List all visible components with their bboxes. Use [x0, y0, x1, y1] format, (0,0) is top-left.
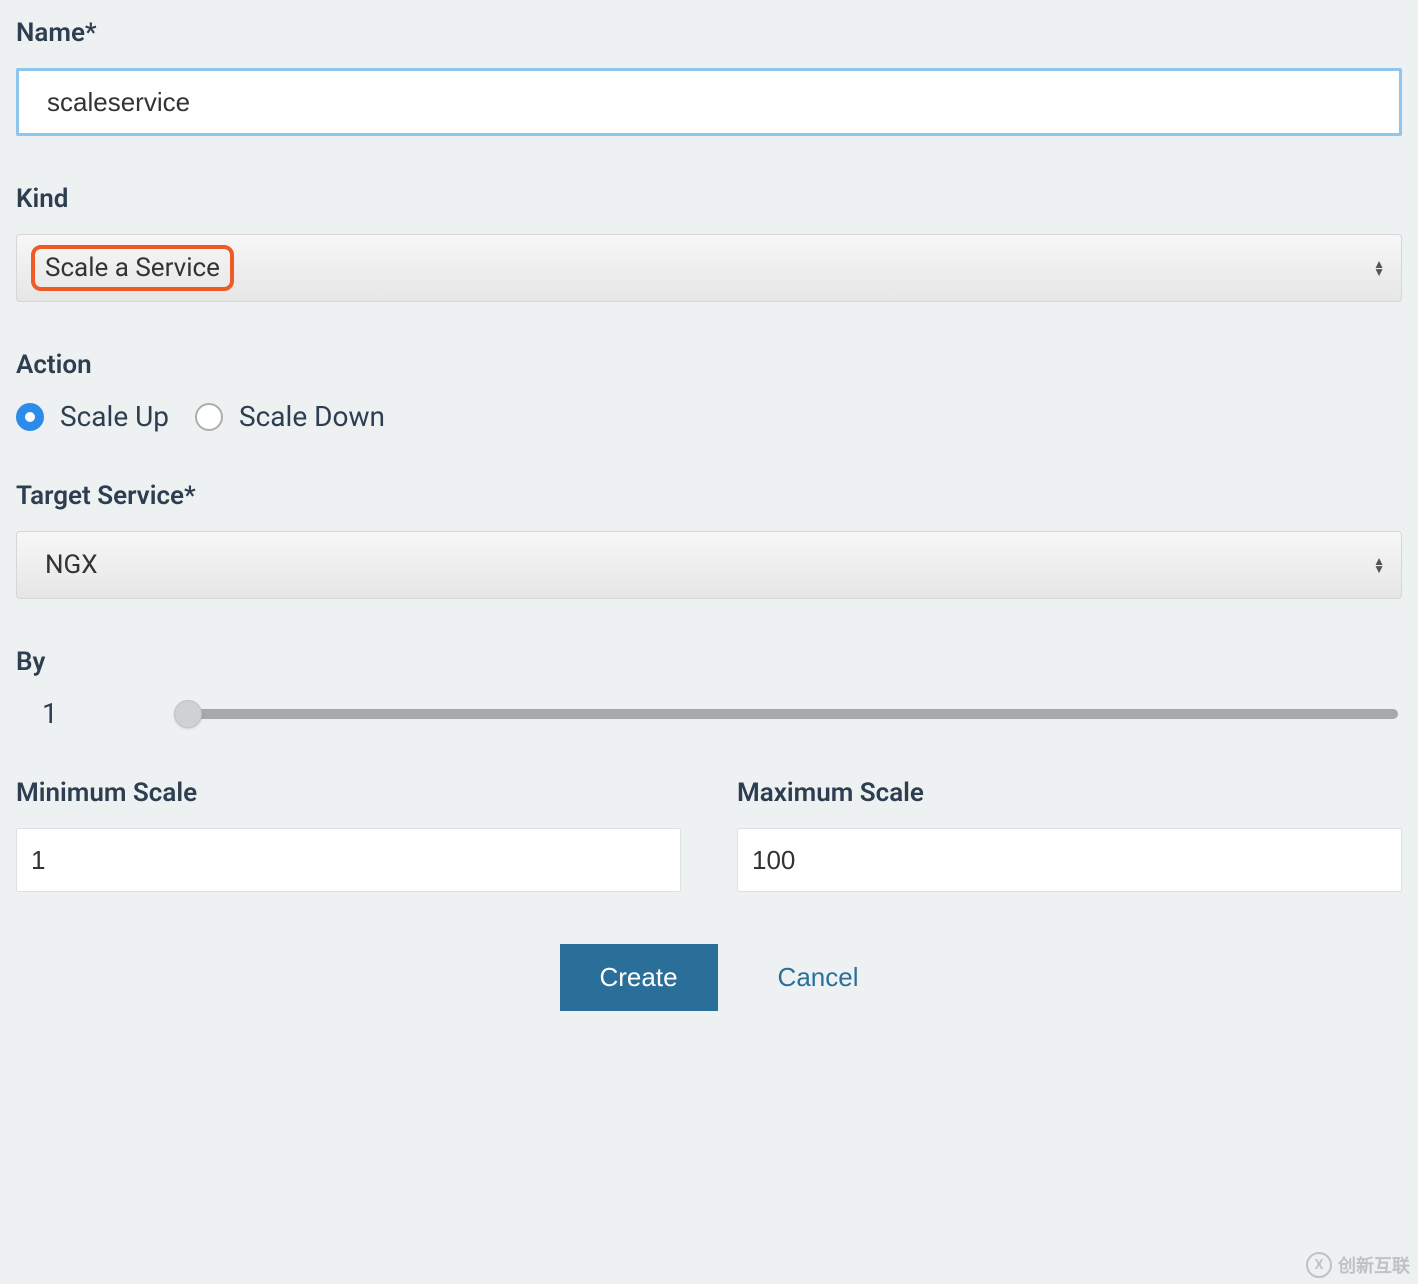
target-service-label: Target Service* [16, 481, 1402, 511]
maximum-scale-field: Maximum Scale [737, 778, 1402, 892]
select-arrows-icon: ▲▼ [1373, 260, 1385, 276]
watermark: X 创新互联 [1306, 1252, 1410, 1278]
maximum-scale-input[interactable] [737, 828, 1402, 892]
maximum-scale-label: Maximum Scale [737, 778, 1402, 808]
watermark-badge-icon: X [1306, 1252, 1332, 1278]
action-field: Action Scale Up Scale Down [16, 350, 1402, 433]
by-field: By 1 [16, 647, 1402, 730]
create-button[interactable]: Create [560, 944, 718, 1011]
form-buttons: Create Cancel [16, 944, 1402, 1011]
minimum-scale-input[interactable] [16, 828, 681, 892]
radio-icon [16, 403, 44, 431]
name-label: Name* [16, 18, 1402, 48]
radio-scale-down[interactable]: Scale Down [195, 400, 385, 433]
name-input[interactable] [16, 68, 1402, 136]
action-label: Action [16, 350, 1402, 380]
kind-selected-value: Scale a Service [31, 245, 234, 291]
by-slider[interactable] [188, 709, 1398, 719]
by-label: By [16, 647, 1402, 677]
radio-label: Scale Up [60, 400, 169, 433]
scale-limits-row: Minimum Scale Maximum Scale [16, 778, 1402, 892]
radio-scale-up[interactable]: Scale Up [16, 400, 169, 433]
target-service-field: Target Service* NGX ▲▼ [16, 481, 1402, 599]
kind-field: Kind Scale a Service ▲▼ [16, 184, 1402, 302]
target-service-select[interactable]: NGX ▲▼ [16, 531, 1402, 599]
minimum-scale-label: Minimum Scale [16, 778, 681, 808]
target-service-selected-value: NGX [31, 550, 98, 580]
radio-label: Scale Down [239, 400, 385, 433]
action-radio-group: Scale Up Scale Down [16, 400, 1402, 433]
cancel-button[interactable]: Cancel [778, 962, 859, 993]
kind-select[interactable]: Scale a Service ▲▼ [16, 234, 1402, 302]
slider-thumb-icon[interactable] [174, 700, 202, 728]
radio-icon [195, 403, 223, 431]
select-arrows-icon: ▲▼ [1373, 557, 1385, 573]
name-field: Name* [16, 18, 1402, 136]
watermark-text: 创新互联 [1338, 1252, 1410, 1278]
by-value: 1 [42, 697, 58, 730]
kind-label: Kind [16, 184, 1402, 214]
by-slider-row: 1 [16, 697, 1402, 730]
minimum-scale-field: Minimum Scale [16, 778, 681, 892]
